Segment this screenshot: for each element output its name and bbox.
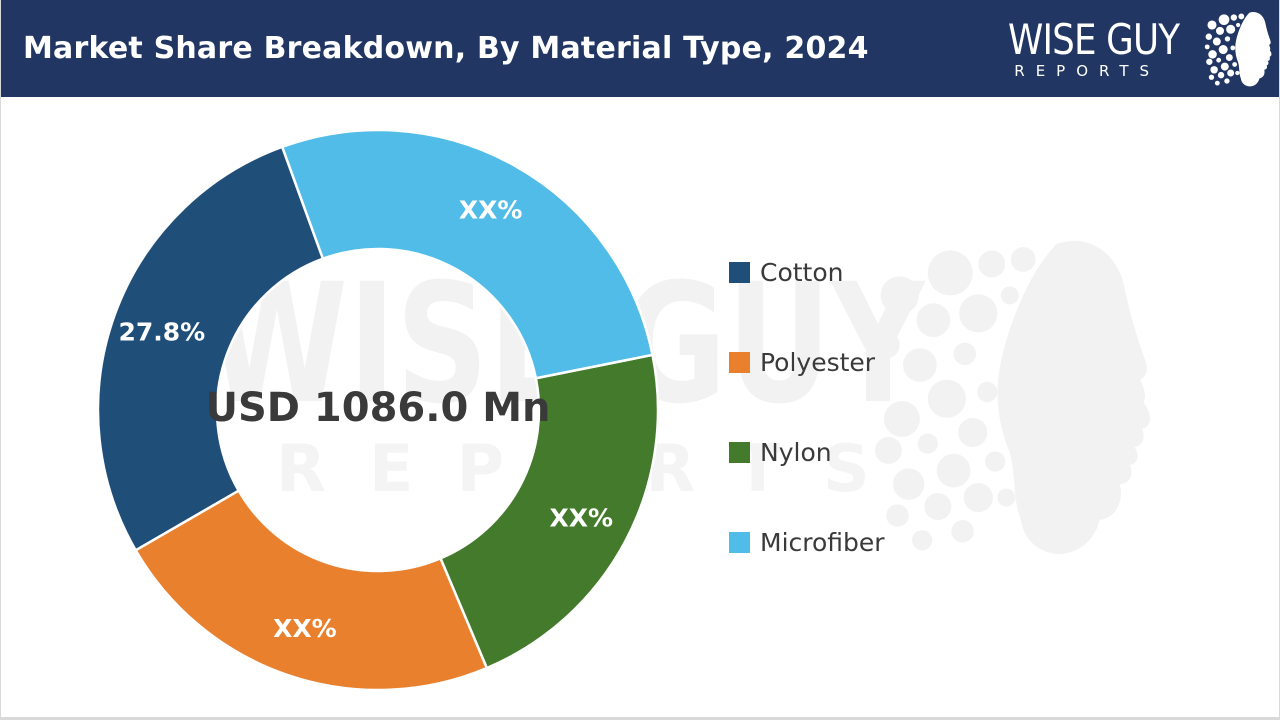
- legend-swatch-icon: [729, 531, 750, 553]
- donut-slice-polyester[interactable]: [134, 488, 489, 692]
- logo-subtext: REPORTS: [1014, 62, 1161, 80]
- legend-label: Nylon: [760, 437, 832, 467]
- donut-chart: 27.8% XX% XX% XX%: [96, 128, 660, 692]
- legend-item-microfiber[interactable]: Microfiber: [729, 527, 885, 557]
- slice-label-nylon: XX%: [549, 504, 613, 533]
- page: Market Share Breakdown, By Material Type…: [0, 0, 1280, 720]
- chart-legend: Cotton Polyester Nylon Microfiber: [729, 257, 885, 617]
- legend-item-polyester[interactable]: Polyester: [729, 347, 885, 377]
- header-bar: Market Share Breakdown, By Material Type…: [1, 0, 1279, 97]
- chart-center-value: USD 1086.0 Mn: [205, 385, 551, 431]
- slice-label-polyester: XX%: [273, 614, 337, 643]
- legend-label: Polyester: [760, 347, 876, 377]
- legend-item-nylon[interactable]: Nylon: [729, 437, 885, 467]
- legend-swatch-icon: [729, 351, 750, 373]
- legend-swatch-icon: [729, 261, 750, 283]
- slice-label-microfiber: XX%: [459, 195, 523, 224]
- logo-text: WISE GUY REPORTS: [1008, 19, 1209, 79]
- legend-label: Cotton: [760, 257, 844, 287]
- logo-wordmark: WISE GUY: [1008, 15, 1180, 64]
- brand-logo: WISE GUY REPORTS: [1008, 7, 1273, 91]
- chart-area: WISE GUY REPORTS 27.8%XX%XX%XX% USD 1086…: [1, 97, 1280, 717]
- legend-label: Microfiber: [760, 527, 885, 557]
- legend-item-cotton[interactable]: Cotton: [729, 257, 885, 287]
- donut-slice-microfiber[interactable]: [280, 128, 654, 380]
- donut-slice-cotton[interactable]: [96, 145, 325, 553]
- legend-swatch-icon: [729, 441, 750, 463]
- logo-head-icon: [1204, 9, 1273, 89]
- slice-label-cotton: 27.8%: [118, 317, 205, 346]
- page-title: Market Share Breakdown, By Material Type…: [23, 31, 869, 66]
